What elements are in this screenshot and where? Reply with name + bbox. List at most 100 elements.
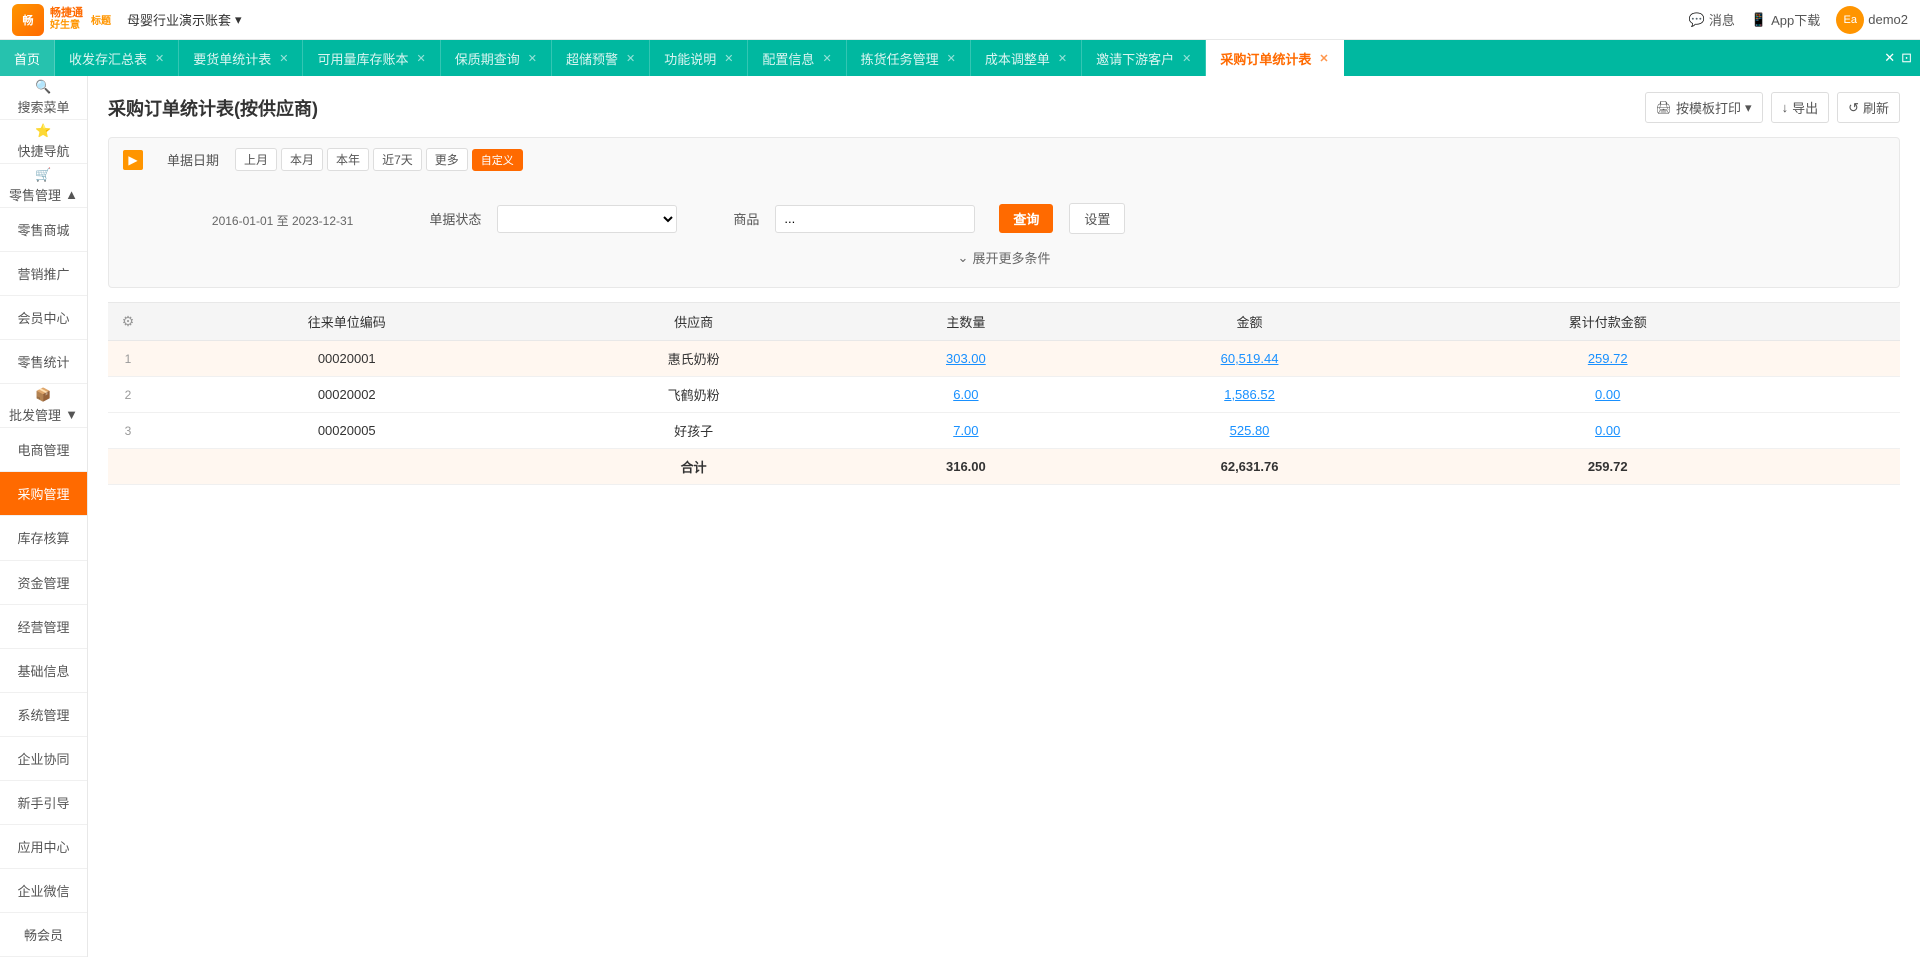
close-icon[interactable]: ✕ (1319, 52, 1328, 65)
sidebar-label: 畅会员 (24, 925, 63, 944)
tab-home[interactable]: 首页 (0, 40, 55, 76)
main-layout: 🔍 搜索菜单 ⭐ 快捷导航 🛒 零售管理 ▲ 零售商城 营销推广 会员中心 零售… (0, 76, 1920, 957)
close-icon[interactable]: ✕ (822, 52, 831, 65)
settings-button[interactable]: 设置 (1069, 203, 1125, 234)
sidebar-item-ecommerce[interactable]: 电商管理 (0, 428, 87, 472)
sidebar-label: 搜索菜单 (17, 97, 69, 116)
filter-toggle[interactable]: ▶ (123, 150, 143, 170)
sidebar-item-inventory[interactable]: 库存核算 (0, 516, 87, 560)
tab-chengben[interactable]: 成本调整单 ✕ (971, 40, 1082, 76)
row-supplier: 惠氏奶粉 (545, 341, 841, 377)
tab-yaoqing[interactable]: 邀请下游客户 ✕ (1082, 40, 1206, 76)
column-settings-icon[interactable]: ⚙ (122, 313, 135, 329)
tab-peizhi[interactable]: 配置信息 ✕ (748, 40, 846, 76)
maximize-icon[interactable]: ⊡ (1901, 50, 1912, 66)
sidebar-item-member2[interactable]: 畅会员 (0, 913, 87, 957)
app-download-btn[interactable]: 📱 App下载 (1751, 10, 1820, 29)
sidebar-item-finance[interactable]: 资金管理 (0, 561, 87, 605)
sidebar-item-retail-mgmt[interactable]: 🛒 零售管理 ▲ (0, 164, 87, 208)
sidebar-item-marketing[interactable]: 营销推广 (0, 252, 87, 296)
tab-baozhi[interactable]: 保质期查询 ✕ (441, 40, 552, 76)
sidebar-item-operations[interactable]: 经营管理 (0, 605, 87, 649)
close-icon[interactable]: ✕ (279, 52, 288, 65)
sidebar-label: 会员中心 (17, 308, 69, 327)
close-window-icon[interactable]: ✕ (1884, 50, 1895, 66)
refresh-button[interactable]: ↺ 刷新 (1837, 92, 1900, 123)
sidebar: 🔍 搜索菜单 ⭐ 快捷导航 🛒 零售管理 ▲ 零售商城 营销推广 会员中心 零售… (0, 76, 88, 957)
sidebar-label: 企业微信 (17, 881, 69, 900)
tab-shoufacun[interactable]: 收发存汇总表 ✕ (55, 40, 179, 76)
sidebar-item-enterprise[interactable]: 企业协同 (0, 737, 87, 781)
status-select[interactable] (497, 205, 677, 233)
close-icon[interactable]: ✕ (626, 52, 635, 65)
footer-label: 合计 (545, 449, 841, 485)
row-code: 00020005 (148, 413, 545, 449)
sidebar-item-wechat[interactable]: 企业微信 (0, 869, 87, 913)
date-btn-last-month[interactable]: 上月 (235, 148, 277, 171)
sidebar-item-wholesale[interactable]: 📦 批发管理 ▼ (0, 384, 87, 428)
sidebar-item-appstore[interactable]: 应用中心 (0, 825, 87, 869)
expand-conditions-button[interactable]: ⌄ 展开更多条件 (946, 244, 1063, 271)
date-btn-more[interactable]: 更多 (426, 148, 468, 171)
footer-extra (1806, 449, 1900, 485)
sidebar-label: 采购管理 (17, 484, 69, 503)
expand-label: 展开更多条件 (972, 248, 1050, 267)
export-label: 导出 (1792, 98, 1818, 117)
close-icon[interactable]: ✕ (724, 52, 733, 65)
goods-input[interactable] (775, 205, 975, 233)
filter-area: ▶ 单据日期 上月 本月 本年 近7天 更多 自定义 2016-01-01 至 … (108, 137, 1900, 288)
tab-yaohuo[interactable]: 要货单统计表 ✕ (179, 40, 303, 76)
close-icon[interactable]: ✕ (417, 52, 426, 65)
close-icon[interactable]: ✕ (1058, 52, 1067, 65)
tab-keyongliang[interactable]: 可用量库存账本 ✕ (303, 40, 440, 76)
row-quantity: 303.00 (842, 341, 1090, 377)
sidebar-label: 电商管理 (17, 440, 69, 459)
print-button[interactable]: 🖨 按模板打印 ▾ (1645, 92, 1763, 123)
footer-paid: 259.72 (1409, 449, 1806, 485)
sidebar-item-newbie[interactable]: 新手引导 (0, 781, 87, 825)
close-icon[interactable]: ✕ (1182, 52, 1191, 65)
date-btn-this-year[interactable]: 本年 (327, 148, 369, 171)
sidebar-item-purchase[interactable]: 采购管理 (0, 472, 87, 516)
industry-selector[interactable]: 母婴行业演示账套 ▾ (127, 10, 242, 29)
close-icon[interactable]: ✕ (155, 52, 164, 65)
col-extra (1806, 303, 1900, 341)
footer-empty2 (148, 449, 545, 485)
date-btn-7days[interactable]: 近7天 (373, 148, 422, 171)
top-bar: 畅 畅捷通 好生意 标题 母婴行业演示账套 ▾ 💬 消息 📱 App下载 Ea … (0, 0, 1920, 40)
sidebar-item-retail-mall[interactable]: 零售商城 (0, 208, 87, 252)
query-button[interactable]: 查询 (999, 204, 1053, 233)
data-table: ⚙ 往来单位编码 供应商 主数量 金额 累计付款金额 1 00020001 (108, 302, 1900, 485)
sidebar-item-system[interactable]: 系统管理 (0, 693, 87, 737)
date-btn-this-month[interactable]: 本月 (281, 148, 323, 171)
message-icon: 💬 (1689, 12, 1705, 28)
sidebar-label: 应用中心 (17, 837, 69, 856)
search-icon: 🔍 (35, 79, 51, 95)
sidebar-label: 新手引导 (17, 793, 69, 812)
export-button[interactable]: ↓ 导出 (1771, 92, 1830, 123)
sidebar-item-member[interactable]: 会员中心 (0, 296, 87, 340)
sidebar-label: 库存核算 (17, 528, 69, 547)
sidebar-item-retail-stats[interactable]: 零售统计 (0, 340, 87, 384)
tab-label: 收发存汇总表 (69, 49, 147, 68)
sidebar-item-search[interactable]: 🔍 搜索菜单 (0, 76, 87, 120)
expand-section: ⌄ 展开更多条件 (123, 244, 1885, 271)
row-supplier: 好孩子 (545, 413, 841, 449)
tab-chaochuyujing[interactable]: 超储预警 ✕ (552, 40, 650, 76)
message-btn[interactable]: 💬 消息 (1689, 10, 1735, 29)
nav-tab-controls: ✕ ⊡ (1876, 50, 1920, 66)
tab-gongneng[interactable]: 功能说明 ✕ (650, 40, 748, 76)
tab-label: 采购订单统计表 (1220, 49, 1311, 68)
sidebar-item-basic[interactable]: 基础信息 (0, 649, 87, 693)
close-icon[interactable]: ✕ (947, 52, 956, 65)
close-icon[interactable]: ✕ (528, 52, 537, 65)
user-area[interactable]: Ea demo2 (1836, 6, 1908, 34)
row-no: 3 (108, 413, 148, 449)
table-body: 1 00020001 惠氏奶粉 303.00 60,519.44 259.72 … (108, 341, 1900, 449)
sidebar-item-quicknav[interactable]: ⭐ 快捷导航 (0, 120, 87, 164)
tab-caigou-active[interactable]: 采购订单统计表 ✕ (1206, 40, 1343, 76)
tab-jianhuo[interactable]: 拣货任务管理 ✕ (847, 40, 971, 76)
tab-label: 拣货任务管理 (861, 49, 939, 68)
date-btn-custom[interactable]: 自定义 (472, 149, 523, 171)
header-row: ⚙ 往来单位编码 供应商 主数量 金额 累计付款金额 (108, 303, 1900, 341)
